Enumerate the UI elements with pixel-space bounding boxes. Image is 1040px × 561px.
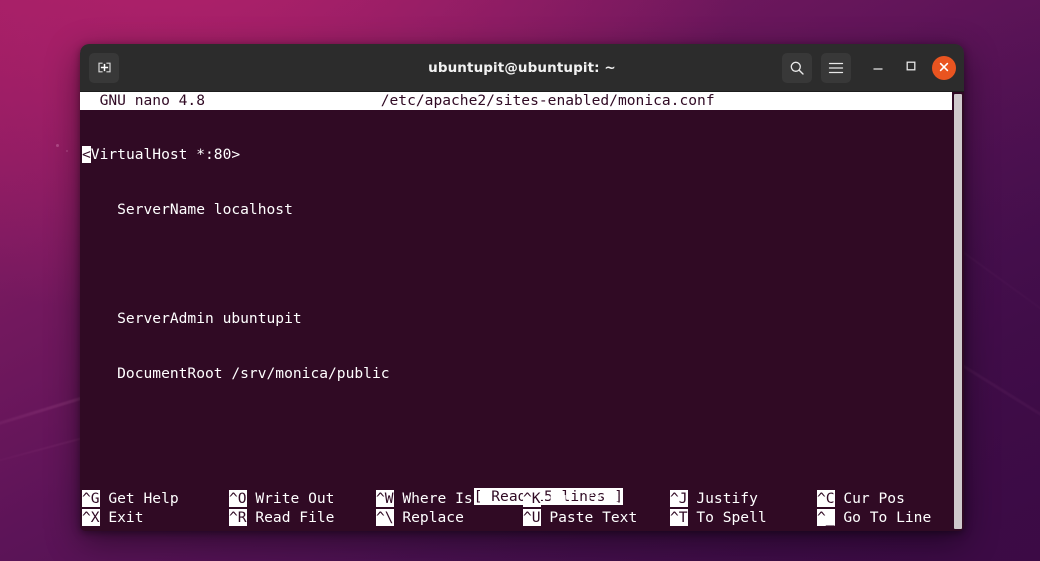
shortcut-justify[interactable]: ^J Justify xyxy=(670,489,817,508)
window-controls xyxy=(782,52,956,83)
menu-button[interactable] xyxy=(821,52,851,83)
shortcut-paste-text[interactable]: ^U Paste Text xyxy=(523,508,670,527)
shortcut-label: Cur Pos xyxy=(834,490,905,507)
shortcut-to-spell[interactable]: ^T To Spell xyxy=(670,508,817,527)
editor-line: DocumentRoot /srv/monica/public xyxy=(82,364,390,382)
hamburger-menu-icon xyxy=(828,61,844,75)
new-tab-button[interactable] xyxy=(89,52,119,83)
shortcut-cut-text[interactable]: ^K Cut Text xyxy=(523,489,670,508)
window-titlebar: ubuntupit@ubuntupit: ~ xyxy=(80,44,964,92)
shortcut-key: ^J xyxy=(670,490,688,507)
editor-line: <VirtualHost *:80> xyxy=(82,146,962,164)
shortcut-label: Write Out xyxy=(246,490,335,507)
shortcut-get-help[interactable]: ^G Get Help xyxy=(82,489,229,508)
shortcut-cur-pos[interactable]: ^C Cur Pos xyxy=(817,489,964,508)
terminal-body[interactable]: GNU nano 4.8 /etc/apache2/sites-enabled/… xyxy=(80,92,964,531)
scrollbar-thumb[interactable] xyxy=(954,94,962,529)
terminal-window: ubuntupit@ubuntupit: ~ GNU nano 4.8 /etc… xyxy=(80,44,964,531)
shortcut-label: Exit xyxy=(99,509,144,526)
shortcut-exit[interactable]: ^X Exit xyxy=(82,508,229,527)
shortcut-key: ^G xyxy=(82,490,100,507)
shortcut-label: Get Help xyxy=(99,490,179,507)
shortcut-label: Paste Text xyxy=(540,509,638,526)
shortcut-label: To Spell xyxy=(687,509,767,526)
shortcut-key: ^_ xyxy=(817,509,835,526)
editor-line: ServerAdmin ubuntupit xyxy=(82,310,302,328)
shortcut-label: Replace xyxy=(393,509,464,526)
shortcut-replace[interactable]: ^\ Replace xyxy=(376,508,523,527)
shortcut-key: ^X xyxy=(82,509,100,526)
maximize-button[interactable] xyxy=(899,56,923,80)
editor-line: ServerName localhost xyxy=(82,201,293,218)
text-cursor: < xyxy=(82,146,91,164)
wallpaper-sparkle xyxy=(56,144,59,147)
shortcut-read-file[interactable]: ^R Read File xyxy=(229,508,376,527)
new-tab-icon xyxy=(97,60,112,75)
shortcut-where-is[interactable]: ^W Where Is xyxy=(376,489,523,508)
shortcut-key: ^T xyxy=(670,509,688,526)
terminal-scrollbar[interactable] xyxy=(952,92,964,531)
shortcut-key: ^C xyxy=(817,490,835,507)
editor-line-text: VirtualHost *:80> xyxy=(90,146,241,164)
close-button[interactable] xyxy=(932,55,956,80)
shortcut-label: Cut Text xyxy=(540,490,620,507)
nano-text-area[interactable]: <VirtualHost *:80> ServerName localhost … xyxy=(80,110,964,469)
search-button[interactable] xyxy=(782,52,812,83)
shortcut-label: Where Is xyxy=(393,490,473,507)
shortcut-key: ^O xyxy=(229,490,247,507)
shortcut-key: ^W xyxy=(376,490,394,507)
shortcut-label: Read File xyxy=(246,509,335,526)
wallpaper-sparkle xyxy=(66,150,68,152)
shortcut-key: ^\ xyxy=(376,509,394,526)
minimize-icon xyxy=(871,58,885,77)
shortcut-label: Go To Line xyxy=(834,509,932,526)
search-icon xyxy=(789,60,805,76)
minimize-button[interactable] xyxy=(866,56,890,80)
nano-header-bar: GNU nano 4.8 /etc/apache2/sites-enabled/… xyxy=(80,92,964,110)
close-icon xyxy=(938,58,950,77)
shortcut-key: ^K xyxy=(523,490,541,507)
shortcut-label: Justify xyxy=(687,490,758,507)
nano-shortcut-bar: ^G Get Help ^X Exit ^O Write Out ^R Read… xyxy=(80,489,964,527)
shortcut-key: ^U xyxy=(523,509,541,526)
maximize-icon xyxy=(904,58,918,77)
shortcut-write-out[interactable]: ^O Write Out xyxy=(229,489,376,508)
shortcut-key: ^R xyxy=(229,509,247,526)
nano-status-line: [ Read 15 lines ] xyxy=(80,468,964,505)
shortcut-go-to-line[interactable]: ^_ Go To Line xyxy=(817,508,964,527)
